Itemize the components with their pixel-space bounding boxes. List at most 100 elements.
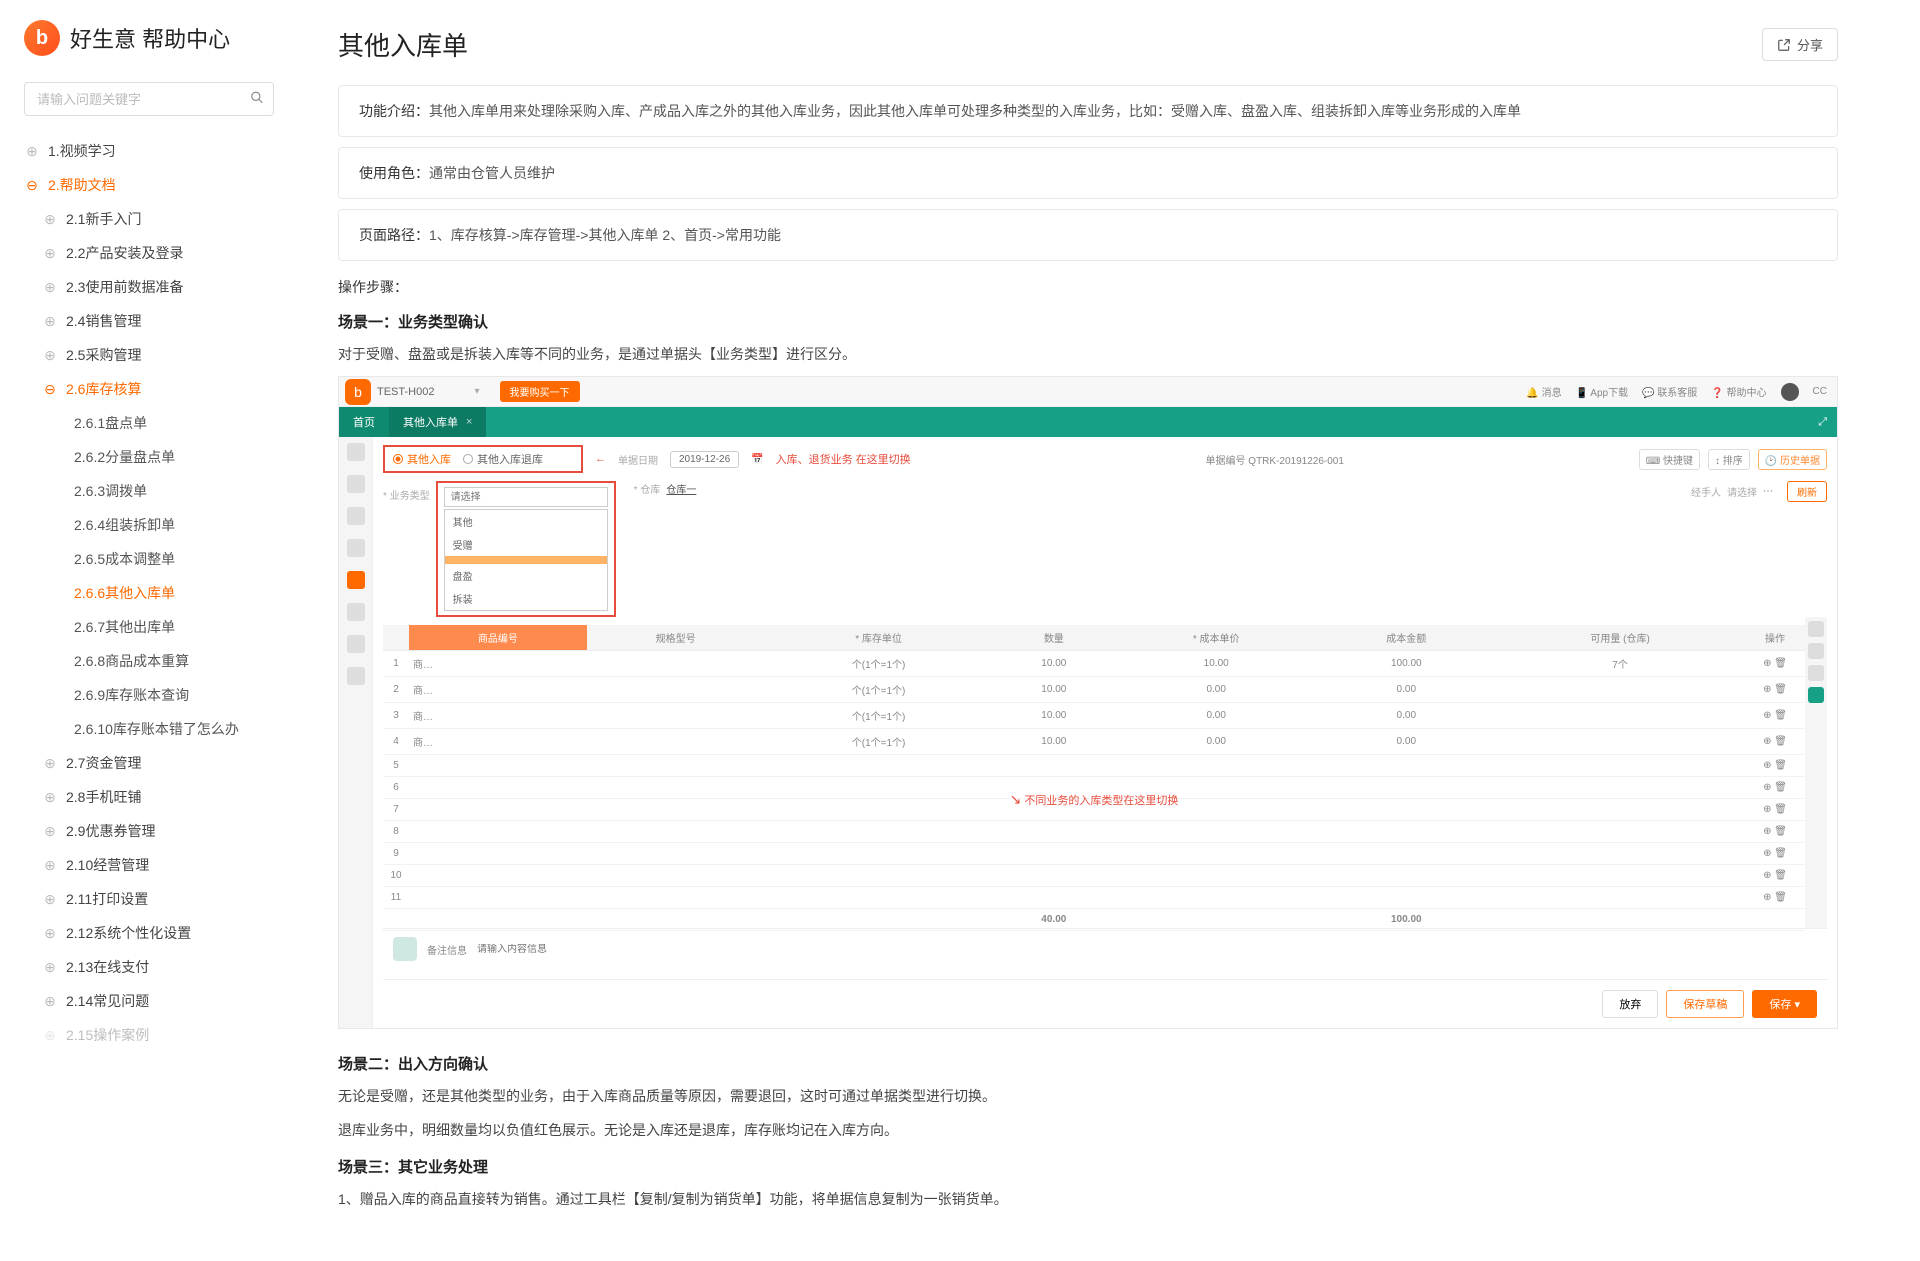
- nav-2-3[interactable]: ⊕2.3使用前数据准备: [24, 270, 274, 304]
- mock-nav-help[interactable]: ❓ 帮助中心: [1711, 384, 1766, 399]
- mock-side-icon[interactable]: [347, 667, 365, 685]
- nav-2-6-4[interactable]: 2.6.4组装拆卸单: [24, 508, 274, 542]
- nav-2-13[interactable]: ⊕2.13在线支付: [24, 950, 274, 984]
- nav-2-6-1[interactable]: 2.6.1盘点单: [24, 406, 274, 440]
- nav-label: 2.帮助文档: [48, 174, 116, 196]
- plus-icon: ⊕: [24, 143, 40, 159]
- mock-side-icon[interactable]: [347, 539, 365, 557]
- nav-2-8[interactable]: ⊕2.8手机旺铺: [24, 780, 274, 814]
- nav-2-6-6[interactable]: 2.6.6其他入库单: [24, 576, 274, 610]
- mock-dock-icon[interactable]: [1808, 687, 1824, 703]
- nav-2-11[interactable]: ⊕2.11打印设置: [24, 882, 274, 916]
- mock-tool-history[interactable]: 🕑 历史单据: [1758, 449, 1827, 470]
- nav-2-14[interactable]: ⊕2.14常见问题: [24, 984, 274, 1018]
- table-row: 2商…个(1个=1个)10.000.000.00⊕ 🗑: [383, 677, 1805, 703]
- mock-side-icon[interactable]: [347, 507, 365, 525]
- table-row: 11⊕ 🗑: [383, 887, 1805, 909]
- mock-dd-item[interactable]: [445, 556, 607, 564]
- nav-2-12[interactable]: ⊕2.12系统个性化设置: [24, 916, 274, 950]
- nav-2-6-5[interactable]: 2.6.5成本调整单: [24, 542, 274, 576]
- info-path: 页面路径：1、库存核算->库存管理->其他入库单 2、首页->常用功能: [338, 209, 1838, 261]
- share-label: 分享: [1797, 35, 1823, 54]
- mock-tab-active[interactable]: 其他入库单×: [389, 407, 486, 437]
- mock-tab-home[interactable]: 首页: [339, 407, 389, 437]
- search-input[interactable]: [24, 82, 274, 116]
- close-icon[interactable]: ×: [466, 416, 472, 428]
- search-icon[interactable]: [250, 91, 264, 108]
- nav-2-6-8[interactable]: 2.6.8商品成本重算: [24, 644, 274, 678]
- mock-radio-in[interactable]: 其他入库: [393, 451, 451, 467]
- nav-2-15[interactable]: ⊕2.15操作案例: [24, 1018, 274, 1052]
- nav-2-4[interactable]: ⊕2.4销售管理: [24, 304, 274, 338]
- mock-dock-icon[interactable]: [1808, 665, 1824, 681]
- mock-refresh-button[interactable]: 刷新: [1787, 481, 1827, 502]
- mock-date-input[interactable]: 2019-12-26: [670, 451, 739, 468]
- mock-draft-button[interactable]: 保存草稿: [1666, 990, 1744, 1018]
- mock-side-icon[interactable]: [347, 603, 365, 621]
- mock-side-icon[interactable]: [347, 475, 365, 493]
- mock-dd-item[interactable]: 拆装: [445, 587, 607, 610]
- nav-2-6-7[interactable]: 2.6.7其他出库单: [24, 610, 274, 644]
- mock-person-input[interactable]: 请选择: [1727, 484, 1757, 499]
- mock-fullscreen-icon[interactable]: ⤢: [1808, 416, 1837, 429]
- mock-topbar: b TEST-H002 ▾ 我要购买一下 🔔 消息 📱 App下载 💬 联系客服…: [339, 377, 1837, 407]
- mock-wh-value[interactable]: 仓库一: [666, 481, 696, 496]
- mock-nav-app[interactable]: 📱 App下载: [1576, 384, 1628, 399]
- mock-dd-item[interactable]: 盘盈: [445, 564, 607, 587]
- section-steps: 操作步骤： 场景一：业务类型确认 对于受赠、盘盈或是拆装入库等不同的业务，是通过…: [338, 277, 1838, 1211]
- nav-2-6-3[interactable]: 2.6.3调拨单: [24, 474, 274, 508]
- mock-radio-group: 其他入库 其他入库退库: [383, 445, 583, 473]
- nav-label: 2.6.1盘点单: [74, 412, 147, 434]
- nav-2-1[interactable]: ⊕2.1新手入门: [24, 202, 274, 236]
- mock-biztype-input[interactable]: [444, 487, 608, 507]
- nav-2-6-10[interactable]: 2.6.10库存账本错了怎么办: [24, 712, 274, 746]
- mock-nav-contact[interactable]: 💬 联系客服: [1642, 384, 1697, 399]
- share-button[interactable]: 分享: [1762, 28, 1838, 61]
- mock-nav-msg[interactable]: 🔔 消息: [1526, 384, 1561, 399]
- nav-2-9[interactable]: ⊕2.9优惠券管理: [24, 814, 274, 848]
- mock-tool-fastkey[interactable]: ⌨ 快捷键: [1639, 449, 1700, 470]
- table-row: 9⊕ 🗑: [383, 843, 1805, 865]
- mock-cancel-button[interactable]: 放弃: [1602, 990, 1658, 1018]
- mock-save-button[interactable]: 保存 ▾: [1752, 990, 1817, 1018]
- nav-2-6-2[interactable]: 2.6.2分量盘点单: [24, 440, 274, 474]
- nav-docs[interactable]: ⊖2.帮助文档: [24, 168, 274, 202]
- memo-icon: [393, 937, 417, 961]
- mock-biztype-select[interactable]: 其他 受赠 盘盈 拆装: [436, 481, 616, 617]
- mock-side-icon[interactable]: [347, 443, 365, 461]
- mock-date-label: 单据日期: [618, 452, 658, 467]
- table-row: 1商…个(1个=1个)10.0010.00100.007个⊕ 🗑: [383, 651, 1805, 677]
- mock-side-icon[interactable]: [347, 635, 365, 653]
- mock-screenshot: b TEST-H002 ▾ 我要购买一下 🔔 消息 📱 App下载 💬 联系客服…: [338, 376, 1838, 1029]
- nav-2-7[interactable]: ⊕2.7资金管理: [24, 746, 274, 780]
- mock-dropdown: 其他 受赠 盘盈 拆装: [444, 509, 608, 611]
- mock-tool-sort[interactable]: ↕ 排序: [1708, 449, 1750, 470]
- mock-side: [339, 437, 373, 1028]
- mock-dd-item[interactable]: 受赠: [445, 533, 607, 556]
- nav-2-5[interactable]: ⊕2.5采购管理: [24, 338, 274, 372]
- plus-icon: ⊕: [42, 211, 58, 227]
- nav-2-10[interactable]: ⊕2.10经营管理: [24, 848, 274, 882]
- mock-dock-icon[interactable]: [1808, 643, 1824, 659]
- mock-trial-button[interactable]: 我要购买一下: [500, 381, 580, 402]
- sidebar: b 好生意 帮助中心 ⊕1.视频学习 ⊖2.帮助文档 ⊕2.1新手入门 ⊕2.2…: [0, 0, 298, 1261]
- plus-icon: ⊕: [42, 245, 58, 261]
- search-wrap: [24, 82, 274, 116]
- mock-radio-return[interactable]: 其他入库退库: [463, 451, 543, 467]
- table-row: 3商…个(1个=1个)10.000.000.00⊕ 🗑: [383, 703, 1805, 729]
- mock-rightdock: [1805, 617, 1827, 928]
- info-text: 通常由仓管人员维护: [429, 165, 555, 181]
- mock-side-icon-active[interactable]: [347, 571, 365, 589]
- plus-icon: ⊕: [42, 347, 58, 363]
- mock-memo-input[interactable]: [477, 944, 1817, 955]
- mock-avatar-icon[interactable]: [1781, 383, 1799, 401]
- mock-dock-icon[interactable]: [1808, 621, 1824, 637]
- nav-label: 2.6.7其他出库单: [74, 616, 175, 638]
- info-intro: 功能介绍：其他入库单用来处理除采购入库、产成品入库之外的其他入库业务，因此其他入…: [338, 85, 1838, 137]
- nav-2-2[interactable]: ⊕2.2产品安装及登录: [24, 236, 274, 270]
- nav-video[interactable]: ⊕1.视频学习: [24, 134, 274, 168]
- nav-2-6-9[interactable]: 2.6.9库存账本查询: [24, 678, 274, 712]
- mock-dd-item[interactable]: 其他: [445, 510, 607, 533]
- mock-top-right: 🔔 消息 📱 App下载 💬 联系客服 ❓ 帮助中心 CC: [1526, 383, 1837, 401]
- nav-2-6[interactable]: ⊖2.6库存核算: [24, 372, 274, 406]
